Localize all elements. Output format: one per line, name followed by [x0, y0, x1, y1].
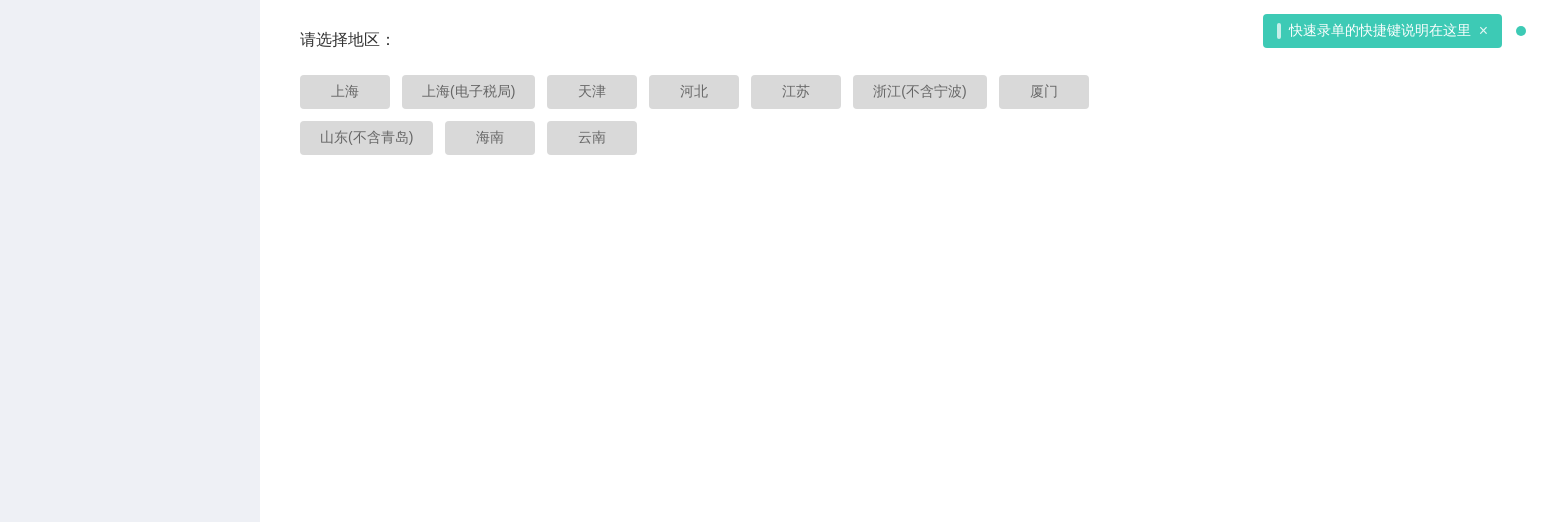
close-icon[interactable]: × [1479, 23, 1488, 39]
region-btn-xiamen[interactable]: 厦门 [999, 75, 1089, 109]
tooltip-banner: 快速录单的快捷键说明在这里 × [1263, 14, 1502, 48]
region-btn-shandong[interactable]: 山东(不含青岛) [300, 121, 433, 155]
region-btn-tianjin[interactable]: 天津 [547, 75, 637, 109]
region-btn-shanghai-etax[interactable]: 上海(电子税局) [402, 75, 535, 109]
region-btn-zhejiang[interactable]: 浙江(不含宁波) [853, 75, 986, 109]
region-btn-shanghai[interactable]: 上海 [300, 75, 390, 109]
region-row-1: 上海 上海(电子税局) 天津 河北 江苏 浙江(不含宁波) 厦门 [300, 75, 1522, 109]
region-row-2: 山东(不含青岛) 海南 云南 [300, 121, 1522, 155]
region-btn-hainan[interactable]: 海南 [445, 121, 535, 155]
main-content: 请选择地区： 上海 上海(电子税局) 天津 河北 江苏 浙江(不含宁波) 厦门 … [260, 0, 1562, 522]
dot-connector [1516, 26, 1526, 36]
tooltip-accent-bar [1277, 23, 1281, 39]
region-btn-jiangsu[interactable]: 江苏 [751, 75, 841, 109]
region-btn-yunnan[interactable]: 云南 [547, 121, 637, 155]
region-btn-hebei[interactable]: 河北 [649, 75, 739, 109]
left-sidebar [0, 0, 260, 522]
tooltip-text: 快速录单的快捷键说明在这里 [1289, 22, 1471, 40]
